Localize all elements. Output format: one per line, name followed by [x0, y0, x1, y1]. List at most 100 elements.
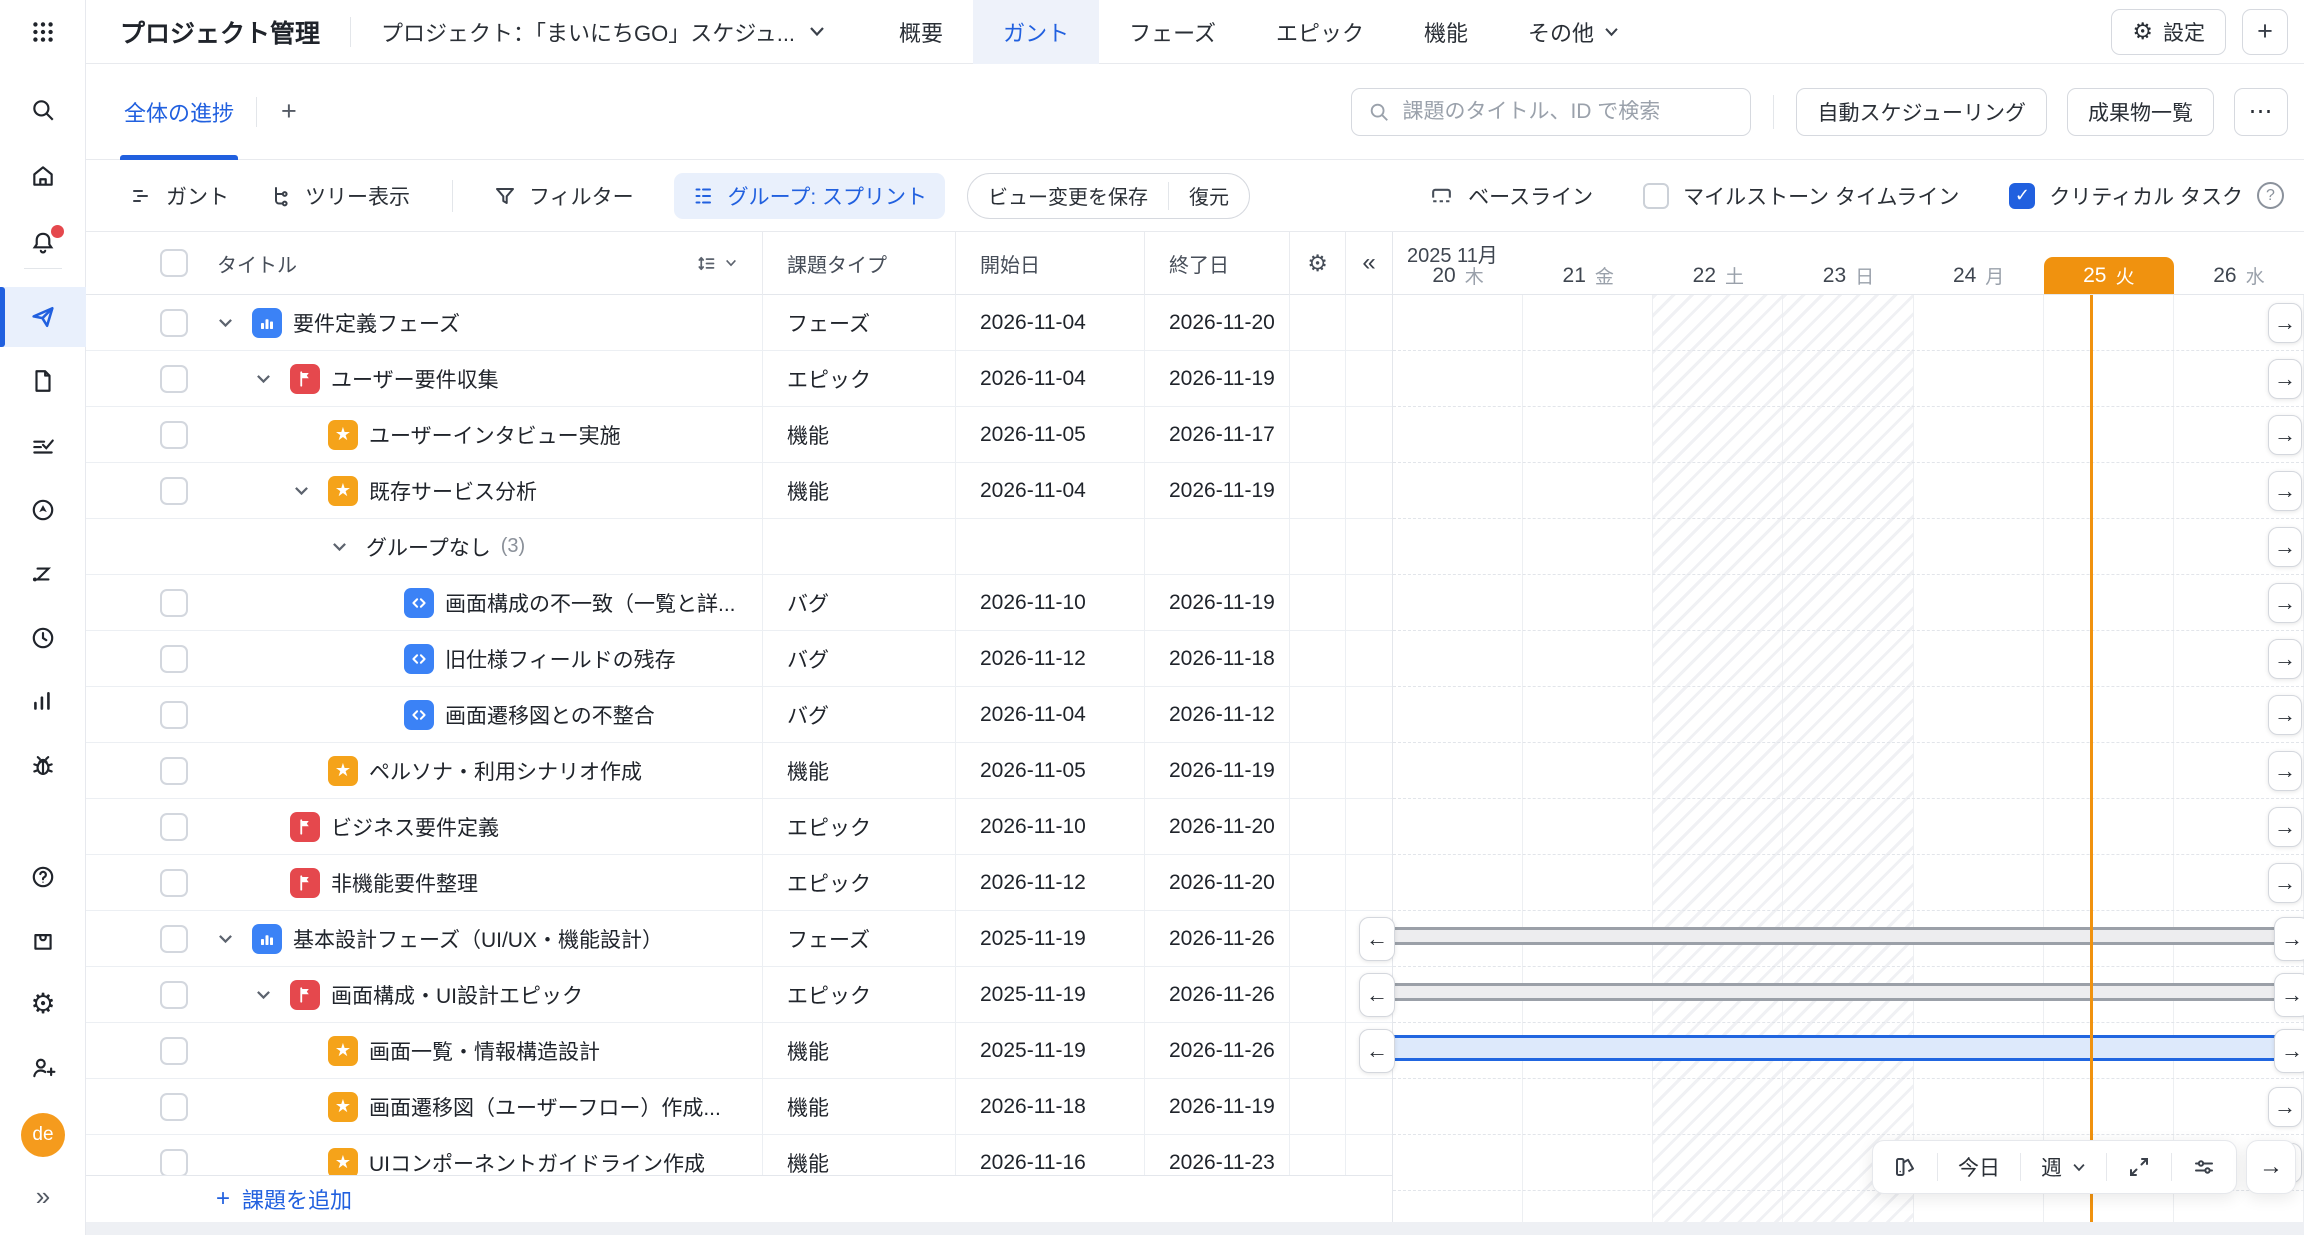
jump-to-bar-button[interactable]: → — [2268, 583, 2302, 623]
avatar[interactable]: de — [21, 1113, 65, 1157]
select-all-checkbox[interactable] — [160, 249, 188, 277]
search-icon[interactable] — [0, 84, 86, 136]
tasks-checklist-icon[interactable] — [0, 420, 86, 472]
auto-schedule-button[interactable]: 自動スケジューリング — [1796, 87, 2047, 136]
row-checkbox[interactable] — [160, 924, 188, 953]
revert-view-button[interactable]: 復元 — [1169, 174, 1249, 218]
scroll-timeline-right-button[interactable]: → — [2246, 1140, 2296, 1194]
help-icon[interactable] — [0, 851, 86, 903]
scroll-to-bar-end-button[interactable]: → — [2274, 973, 2304, 1017]
view-tab-overall-progress[interactable]: 全体の進捗 — [120, 64, 239, 160]
row-checkbox[interactable] — [160, 868, 188, 897]
row-checkbox[interactable] — [160, 756, 188, 785]
chevron-down-icon[interactable] — [256, 990, 290, 1000]
gantt-bar-gray[interactable] — [1393, 927, 2304, 945]
table-row[interactable]: 画面遷移図との不整合 バグ 2026-11-04 2026-11-12 — [86, 687, 1392, 743]
table-row[interactable]: 画面構成・UI設計エピック エピック 2025-11-19 2026-11-26 — [86, 967, 1392, 1023]
scroll-to-bar-end-button[interactable]: → — [2274, 917, 2304, 961]
home-icon[interactable] — [0, 150, 86, 202]
bug-icon[interactable] — [0, 740, 86, 792]
tab-overview[interactable]: 概要 — [869, 0, 973, 64]
package-bag-icon[interactable] — [0, 914, 86, 966]
goal-target-icon[interactable] — [0, 484, 86, 536]
row-checkbox[interactable] — [160, 1036, 188, 1065]
milestone-timeline-checkbox[interactable] — [1643, 182, 1670, 209]
day-header[interactable]: 24 月 — [1914, 257, 2044, 294]
row-checkbox[interactable] — [160, 644, 188, 673]
gantt-bar-gray[interactable] — [1393, 983, 2304, 1001]
help-icon[interactable]: ? — [2257, 182, 2284, 209]
scroll-to-bar-start-button[interactable]: ← — [1359, 917, 1395, 961]
day-header[interactable]: 21 金 — [1523, 257, 1653, 294]
table-row[interactable]: 要件定義フェーズ フェーズ 2026-11-04 2026-11-20 — [86, 295, 1392, 351]
tree-view-button[interactable]: ツリー表示 — [269, 181, 410, 211]
jump-to-bar-button[interactable]: → — [2268, 807, 2302, 847]
day-header[interactable]: 20 木 — [1393, 257, 1523, 294]
day-header[interactable]: 22 土 — [1653, 257, 1783, 294]
settings-gear-icon[interactable]: ⚙ — [0, 978, 86, 1030]
sidebar-item-projects-active[interactable] — [0, 287, 86, 347]
invite-user-icon[interactable] — [0, 1042, 86, 1094]
deliverables-button[interactable]: 成果物一覧 — [2067, 87, 2214, 136]
filter-button[interactable]: フィルター — [493, 181, 634, 211]
chevron-down-icon[interactable] — [256, 374, 290, 384]
table-row[interactable]: ★ 既存サービス分析 機能 2026-11-04 2026-11-19 — [86, 463, 1392, 519]
jump-to-bar-button[interactable]: → — [2268, 1087, 2302, 1127]
add-view-icon[interactable]: + — [281, 96, 297, 127]
table-row[interactable]: ユーザー要件収集 エピック 2026-11-04 2026-11-19 — [86, 351, 1392, 407]
tab-epic[interactable]: エピック — [1246, 0, 1394, 64]
sort-control[interactable] — [696, 253, 737, 274]
row-checkbox[interactable] — [160, 700, 188, 729]
chevron-down-icon[interactable] — [332, 542, 366, 552]
chevron-down-icon[interactable] — [218, 934, 252, 944]
table-row[interactable]: ★ 画面遷移図（ユーザーフロー）作成... 機能 2026-11-18 2026-11-… — [86, 1079, 1392, 1135]
row-checkbox[interactable] — [160, 1092, 188, 1121]
table-row[interactable]: ★ ユーザーインタビュー実施 機能 2026-11-05 2026-11-17 — [86, 407, 1392, 463]
row-checkbox[interactable] — [160, 308, 188, 337]
day-header[interactable]: 23 日 — [1783, 257, 1913, 294]
gantt-view-switch[interactable]: ガント — [130, 181, 229, 211]
save-view-button[interactable]: ビュー変更を保存 — [968, 174, 1168, 218]
jump-to-bar-button[interactable]: → — [2268, 863, 2302, 903]
critical-tasks-checkbox[interactable]: ✓ — [2009, 182, 2036, 209]
table-row[interactable]: ビジネス要件定義 エピック 2026-11-10 2026-11-20 — [86, 799, 1392, 855]
view-style-button[interactable] — [1893, 1155, 1917, 1179]
document-icon[interactable] — [0, 355, 86, 407]
notifications-icon[interactable] — [0, 217, 86, 269]
tab-gantt[interactable]: ガント — [973, 0, 1100, 64]
sprint-flow-icon[interactable] — [0, 548, 86, 600]
gantt-bar-blue[interactable] — [1393, 1035, 2304, 1061]
scroll-to-bar-end-button[interactable]: → — [2274, 1029, 2304, 1073]
tab-feature[interactable]: 機能 — [1394, 0, 1498, 64]
scroll-to-bar-start-button[interactable]: ← — [1359, 1029, 1395, 1073]
group-by-sprint-chip[interactable]: グループ: スプリント — [673, 172, 946, 219]
chart-icon[interactable] — [0, 676, 86, 728]
table-row[interactable]: ★ 画面一覧・情報構造設計 機能 2025-11-19 2026-11-26 — [86, 1023, 1392, 1079]
row-checkbox[interactable] — [160, 980, 188, 1009]
search-input[interactable] — [1402, 99, 1723, 124]
collapse-panel-button[interactable]: « — [1345, 231, 1392, 295]
day-header[interactable]: 26 水 — [2174, 257, 2304, 294]
scroll-to-bar-start-button[interactable]: ← — [1359, 973, 1395, 1017]
clock-icon[interactable] — [0, 612, 86, 664]
app-grid-icon[interactable] — [0, 6, 86, 58]
table-row[interactable]: ★ ペルソナ・利用シナリオ作成 機能 2026-11-05 2026-11-19 — [86, 743, 1392, 799]
table-row[interactable]: 旧仕様フィールドの残存 バグ 2026-11-12 2026-11-18 — [86, 631, 1392, 687]
jump-to-bar-button[interactable]: → — [2268, 415, 2302, 455]
baseline-label[interactable]: ベースライン — [1468, 181, 1593, 211]
table-row[interactable]: 非機能要件整理 エピック 2026-11-12 2026-11-20 — [86, 855, 1392, 911]
search-box[interactable] — [1351, 87, 1752, 136]
tab-more[interactable]: その他 — [1498, 0, 1649, 64]
more-menu-button[interactable]: ⋯ — [2234, 87, 2288, 136]
zoom-level-dropdown[interactable]: 週 — [2041, 1152, 2086, 1182]
fullscreen-button[interactable] — [2127, 1155, 2151, 1179]
row-checkbox[interactable] — [160, 420, 188, 449]
day-header-today[interactable]: 25 火 — [2043, 257, 2174, 294]
expand-sidebar-icon[interactable]: » — [0, 1170, 86, 1222]
jump-to-bar-button[interactable]: → — [2268, 751, 2302, 791]
milestone-timeline-label[interactable]: マイルストーン タイムライン — [1683, 181, 1959, 211]
today-button[interactable]: 今日 — [1958, 1152, 2000, 1182]
settings-button[interactable]: ⚙ 設定 — [2111, 8, 2226, 55]
row-checkbox[interactable] — [160, 812, 188, 841]
tab-phase[interactable]: フェーズ — [1099, 0, 1246, 64]
